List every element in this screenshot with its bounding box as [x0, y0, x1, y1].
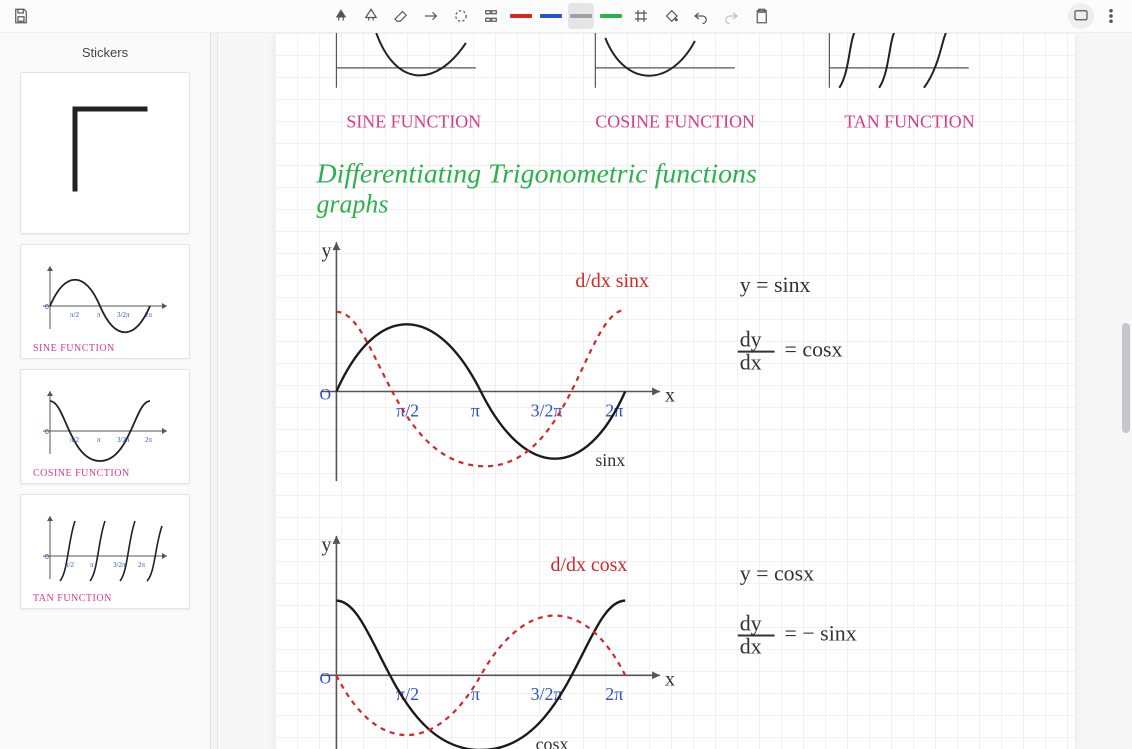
arrow-tool-button[interactable] [418, 3, 444, 29]
app-body: Stickers π/2π3/2π2π 0 SINE FUNCTION π/ [0, 33, 1132, 749]
color-grey-button[interactable] [568, 3, 594, 29]
g1-x-axis: x [665, 384, 675, 406]
svg-text:π: π [90, 561, 94, 569]
sticker-caption: COSINE FUNCTION [33, 468, 130, 479]
redo-button[interactable] [718, 3, 744, 29]
lasso-button[interactable] [448, 3, 474, 29]
svg-text:2π: 2π [145, 311, 153, 319]
svg-text:0: 0 [45, 304, 49, 311]
fill-bucket-button[interactable] [658, 3, 684, 29]
feedback-button[interactable] [1068, 3, 1094, 29]
color-red-button[interactable] [508, 3, 534, 29]
svg-text:dx: dx [740, 633, 762, 658]
panel-resize-handle[interactable] [211, 33, 218, 749]
page-drawing: SINE FUNCTION COSINE FUNCTION TAN FUNCTI… [275, 33, 1075, 749]
g1-origin: O [319, 386, 331, 403]
sticker-caption: SINE FUNCTION [33, 343, 115, 354]
canvas-area[interactable]: SINE FUNCTION COSINE FUNCTION TAN FUNCTI… [218, 33, 1132, 749]
g1-deriv-label: d/dx sinx [575, 270, 649, 292]
g2-origin: O [319, 670, 331, 687]
svg-text:3/2π: 3/2π [117, 436, 130, 444]
g1-y-axis: y [321, 240, 331, 262]
top-label-cosine: COSINE FUNCTION [595, 112, 755, 132]
g1-eq1: y = sinx [740, 272, 811, 297]
scrollbar-thumb[interactable] [1122, 323, 1130, 433]
sticker-item[interactable]: π/2 π 3/2π 2π 0 COSINE FUNCTION [20, 369, 190, 484]
sticker-item[interactable]: π/2 π 3/2π 2π 0 TAN FUNCTION [20, 494, 190, 609]
svg-text:π: π [97, 311, 101, 319]
top-label-sine: SINE FUNCTION [346, 112, 481, 132]
stickers-panel: Stickers π/2π3/2π2π 0 SINE FUNCTION π/ [0, 33, 211, 749]
svg-text:2π: 2π [138, 561, 146, 569]
save-button[interactable] [8, 3, 34, 29]
clipboard-button[interactable] [748, 3, 774, 29]
g1-eq2-lhs: dy [740, 327, 762, 352]
note-page[interactable]: SINE FUNCTION COSINE FUNCTION TAN FUNCTI… [275, 33, 1075, 749]
svg-text:dx: dx [740, 350, 762, 375]
g2-deriv-label: d/dx cosx [551, 554, 628, 576]
sticker-item[interactable]: π/2 π 3/2π 2π 0 SINE FUNCTION [20, 244, 190, 359]
g1-eq2-rhs: = cosx [785, 337, 843, 362]
undo-button[interactable] [688, 3, 714, 29]
svg-text:0: 0 [45, 554, 49, 561]
page-heading-1: Differentiating Trigonometric functions [316, 158, 757, 189]
grid-toggle-button[interactable] [628, 3, 654, 29]
g2-eq2-rhs: = − sinx [785, 620, 857, 645]
svg-text:π/2: π/2 [70, 311, 79, 319]
eraser-button[interactable] [388, 3, 414, 29]
sticker-item[interactable] [20, 72, 190, 234]
pen-fill-button[interactable] [328, 3, 354, 29]
pen-outline-button[interactable] [358, 3, 384, 29]
g2-tick: π [471, 684, 480, 704]
color-green-button[interactable] [598, 3, 624, 29]
g2-y-axis: y [321, 534, 331, 556]
stickers-panel-title: Stickers [82, 41, 128, 62]
svg-text:3/2π: 3/2π [113, 561, 126, 569]
g2-curve-label: cosx [536, 734, 569, 749]
g1-tick: π [471, 400, 480, 420]
sticker-caption: TAN FUNCTION [33, 593, 112, 604]
more-menu-button[interactable] [1098, 3, 1124, 29]
svg-text:π/2: π/2 [65, 561, 74, 569]
page-heading-2: graphs [317, 189, 389, 218]
g2-eq1: y = cosx [740, 561, 814, 586]
top-label-tan: TAN FUNCTION [844, 112, 974, 132]
toolbar [0, 0, 1132, 33]
svg-text:3/2π: 3/2π [117, 311, 130, 319]
color-blue-button[interactable] [538, 3, 564, 29]
svg-text:0: 0 [45, 429, 49, 436]
g2-x-axis: x [665, 668, 675, 690]
svg-text:2π: 2π [145, 436, 153, 444]
svg-text:π/2: π/2 [70, 436, 79, 444]
g2-tick: 2π [605, 684, 623, 704]
g1-curve-label: sinx [595, 450, 625, 470]
svg-text:π: π [97, 436, 101, 444]
g1-tick: 3/2π [531, 400, 563, 420]
svg-text:dy: dy [740, 611, 762, 636]
align-button[interactable] [478, 3, 504, 29]
